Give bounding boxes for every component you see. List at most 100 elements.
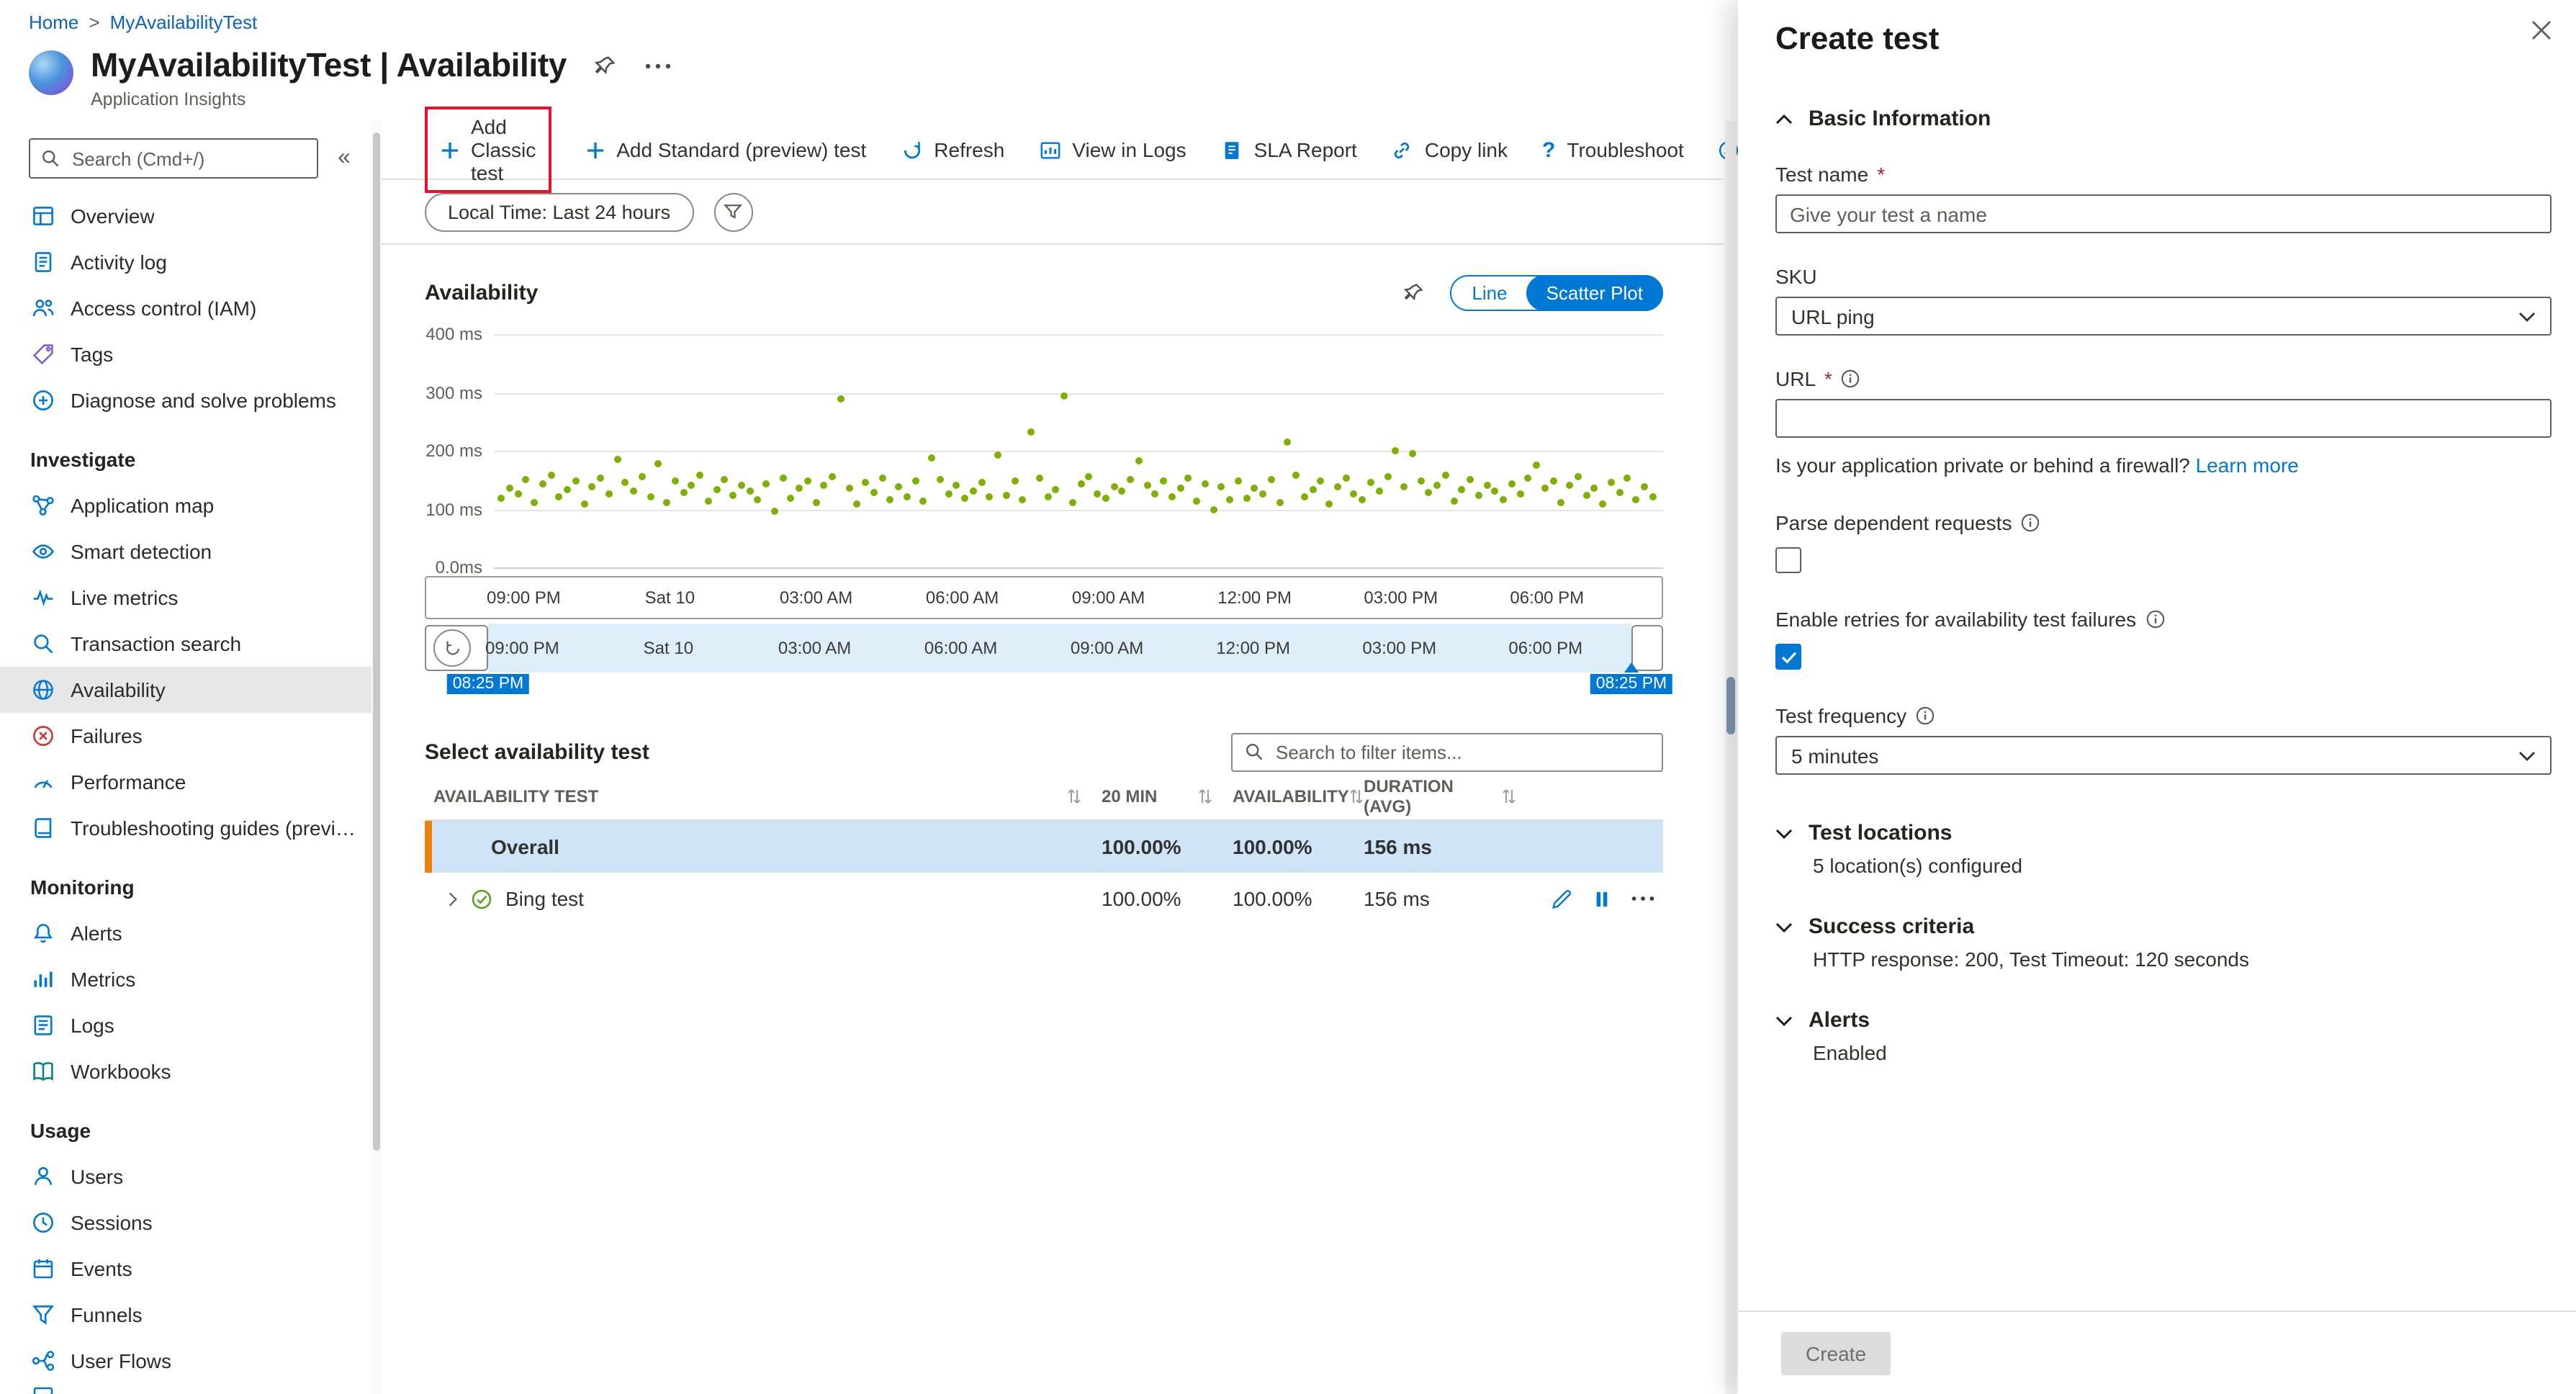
sidebar-item-logs[interactable]: Logs	[0, 1002, 382, 1048]
sidebar-item-transaction-search[interactable]: Transaction search	[0, 621, 382, 667]
info-icon[interactable]	[1915, 706, 1935, 726]
test-name-input[interactable]	[1775, 194, 2552, 233]
x-axis-label: Sat 10	[645, 588, 695, 608]
info-icon[interactable]	[2145, 609, 2165, 629]
sidebar-item-access-control[interactable]: Access control (IAM)	[0, 285, 382, 331]
main-scrollbar[interactable]	[1725, 121, 1737, 1394]
pin-icon[interactable]	[595, 55, 617, 76]
scatter-point	[845, 485, 852, 493]
scatter-point	[1176, 485, 1184, 493]
scatter-plot-toggle-button[interactable]: Scatter Plot	[1526, 274, 1663, 310]
sidebar-item-performance[interactable]: Performance	[0, 759, 382, 805]
collapse-sidebar-button[interactable]: «	[327, 145, 361, 171]
sidebar-item-alerts[interactable]: Alerts	[0, 910, 382, 956]
scatter-point	[1160, 478, 1167, 485]
alerts-icon	[30, 921, 55, 945]
add-classic-test-button[interactable]: Add Classic test	[425, 107, 551, 193]
close-icon[interactable]	[2531, 20, 2552, 40]
expand-chevron-icon[interactable]	[448, 891, 458, 907]
sidebar-item-cropped[interactable]	[0, 1384, 382, 1394]
sidebar-scrollbar[interactable]	[371, 121, 382, 1394]
scatter-point	[911, 478, 919, 485]
table-header-row: AVAILABILITY TEST 20 MIN AVAILABILITY DU…	[425, 772, 1663, 821]
column-header-duration-avg[interactable]: DURATION (AVG)	[1364, 775, 1536, 816]
sidebar-item-smart-detection[interactable]: Smart detection	[0, 529, 382, 575]
table-row-bing-test[interactable]: Bing test 100.00% 100.00% 156 ms	[425, 873, 1663, 925]
sidebar-scrollbar-thumb[interactable]	[373, 132, 380, 1151]
breadcrumb-current[interactable]: MyAvailabilityTest	[110, 12, 258, 33]
sidebar-item-live-metrics[interactable]: Live metrics	[0, 575, 382, 621]
edit-test-icon[interactable]	[1551, 888, 1572, 909]
sidebar-item-failures[interactable]: Failures	[0, 713, 382, 759]
scatter-chart: 400 ms 300 ms 200 ms 100 ms 0.0ms	[425, 334, 1663, 567]
diagnose-icon	[30, 388, 55, 413]
sidebar-item-activity-log[interactable]: Activity log	[0, 239, 382, 285]
sidebar-item-availability[interactable]: Availability	[0, 667, 382, 713]
sidebar-item-application-map[interactable]: Application map	[0, 482, 382, 529]
filter-icon[interactable]	[713, 192, 752, 231]
more-options-icon[interactable]	[646, 63, 672, 68]
info-icon[interactable]	[1841, 369, 1861, 389]
column-header-20-min[interactable]: 20 MIN	[1102, 786, 1233, 806]
add-standard-test-button[interactable]: Add Standard (preview) test	[586, 138, 866, 161]
overview-icon	[30, 204, 55, 228]
sidebar-item-tags[interactable]: Tags	[0, 331, 382, 377]
breadcrumb-home[interactable]: Home	[29, 12, 78, 33]
sidebar-item-users[interactable]: Users	[0, 1154, 382, 1200]
test-name-cell: Overall	[425, 835, 1102, 858]
test-frequency-select[interactable]: 5 minutes	[1775, 736, 2552, 775]
sidebar-item-label: Funnels	[71, 1303, 143, 1326]
time-brush[interactable]: 09:00 PM Sat 10 03:00 AM 06:00 AM 09:00 …	[425, 624, 1663, 673]
brush-reset-icon[interactable]	[433, 629, 471, 667]
sidebar-item-overview[interactable]: Overview	[0, 193, 382, 239]
success-criteria-section-toggle[interactable]: Success criteria	[1775, 914, 2552, 939]
chart-title: Availability	[425, 280, 538, 305]
sidebar-item-workbooks[interactable]: Workbooks	[0, 1048, 382, 1094]
info-icon[interactable]	[2020, 513, 2040, 533]
create-button[interactable]: Create	[1781, 1331, 1891, 1375]
sidebar-item-troubleshooting-guides[interactable]: Troubleshooting guides (previ…	[0, 805, 382, 851]
workbooks-icon	[30, 1059, 55, 1084]
search-icon	[1244, 742, 1264, 762]
table-filter-input[interactable]	[1231, 733, 1663, 772]
column-header-availability-test[interactable]: AVAILABILITY TEST	[425, 786, 1102, 806]
test-locations-section-toggle[interactable]: Test locations	[1775, 821, 2552, 845]
sidebar-item-sessions[interactable]: Sessions	[0, 1200, 382, 1246]
availability-chart-card: Availability Line Scatter Plot 400 ms 30…	[425, 274, 1663, 698]
scatter-point	[854, 500, 861, 508]
learn-more-link[interactable]: Learn more	[2196, 454, 2299, 477]
sidebar-item-label: Availability	[71, 678, 166, 701]
enable-retries-checkbox[interactable]	[1775, 644, 1801, 670]
sku-select[interactable]: URL ping	[1775, 297, 2552, 336]
refresh-button[interactable]: Refresh	[901, 138, 1004, 161]
alerts-section-toggle[interactable]: Alerts	[1775, 1008, 2552, 1033]
sla-report-button[interactable]: SLA Report	[1221, 138, 1357, 161]
line-toggle-button[interactable]: Line	[1451, 276, 1527, 309]
view-in-logs-button[interactable]: View in Logs	[1039, 138, 1186, 161]
troubleshoot-button[interactable]: ? Troubleshoot	[1542, 138, 1684, 162]
cropped-icon	[30, 1384, 55, 1394]
x-axis-label: 09:00 PM	[487, 588, 561, 608]
main-scrollbar-thumb[interactable]	[1726, 677, 1735, 734]
sidebar-item-diagnose[interactable]: Diagnose and solve problems	[0, 377, 382, 423]
scatter-point	[672, 477, 679, 484]
parse-dependent-requests-checkbox[interactable]	[1775, 547, 1801, 573]
scatter-point	[1185, 475, 1192, 482]
row-more-options-icon[interactable]	[1631, 896, 1654, 901]
test-name-cell: Bing test	[505, 887, 584, 910]
sidebar-item-user-flows[interactable]: User Flows	[0, 1338, 382, 1384]
sidebar-search-input[interactable]	[29, 138, 318, 179]
sidebar-item-metrics[interactable]: Metrics	[0, 956, 382, 1002]
scatter-point	[1558, 499, 1565, 506]
copy-link-button[interactable]: Copy link	[1392, 138, 1508, 161]
basic-information-section-toggle[interactable]: Basic Information	[1775, 107, 2552, 131]
pause-test-icon[interactable]	[1594, 889, 1610, 908]
time-range-pill[interactable]: Local Time: Last 24 hours	[425, 192, 693, 231]
sidebar-item-funnels[interactable]: Funnels	[0, 1292, 382, 1338]
column-label: 20 MIN	[1102, 786, 1157, 806]
column-header-availability[interactable]: AVAILABILITY	[1233, 786, 1364, 806]
url-input[interactable]	[1775, 399, 2552, 438]
chart-pin-icon[interactable]	[1404, 282, 1424, 302]
table-row-overall[interactable]: Overall 100.00% 100.00% 156 ms	[425, 821, 1663, 873]
sidebar-item-events[interactable]: Events	[0, 1246, 382, 1292]
